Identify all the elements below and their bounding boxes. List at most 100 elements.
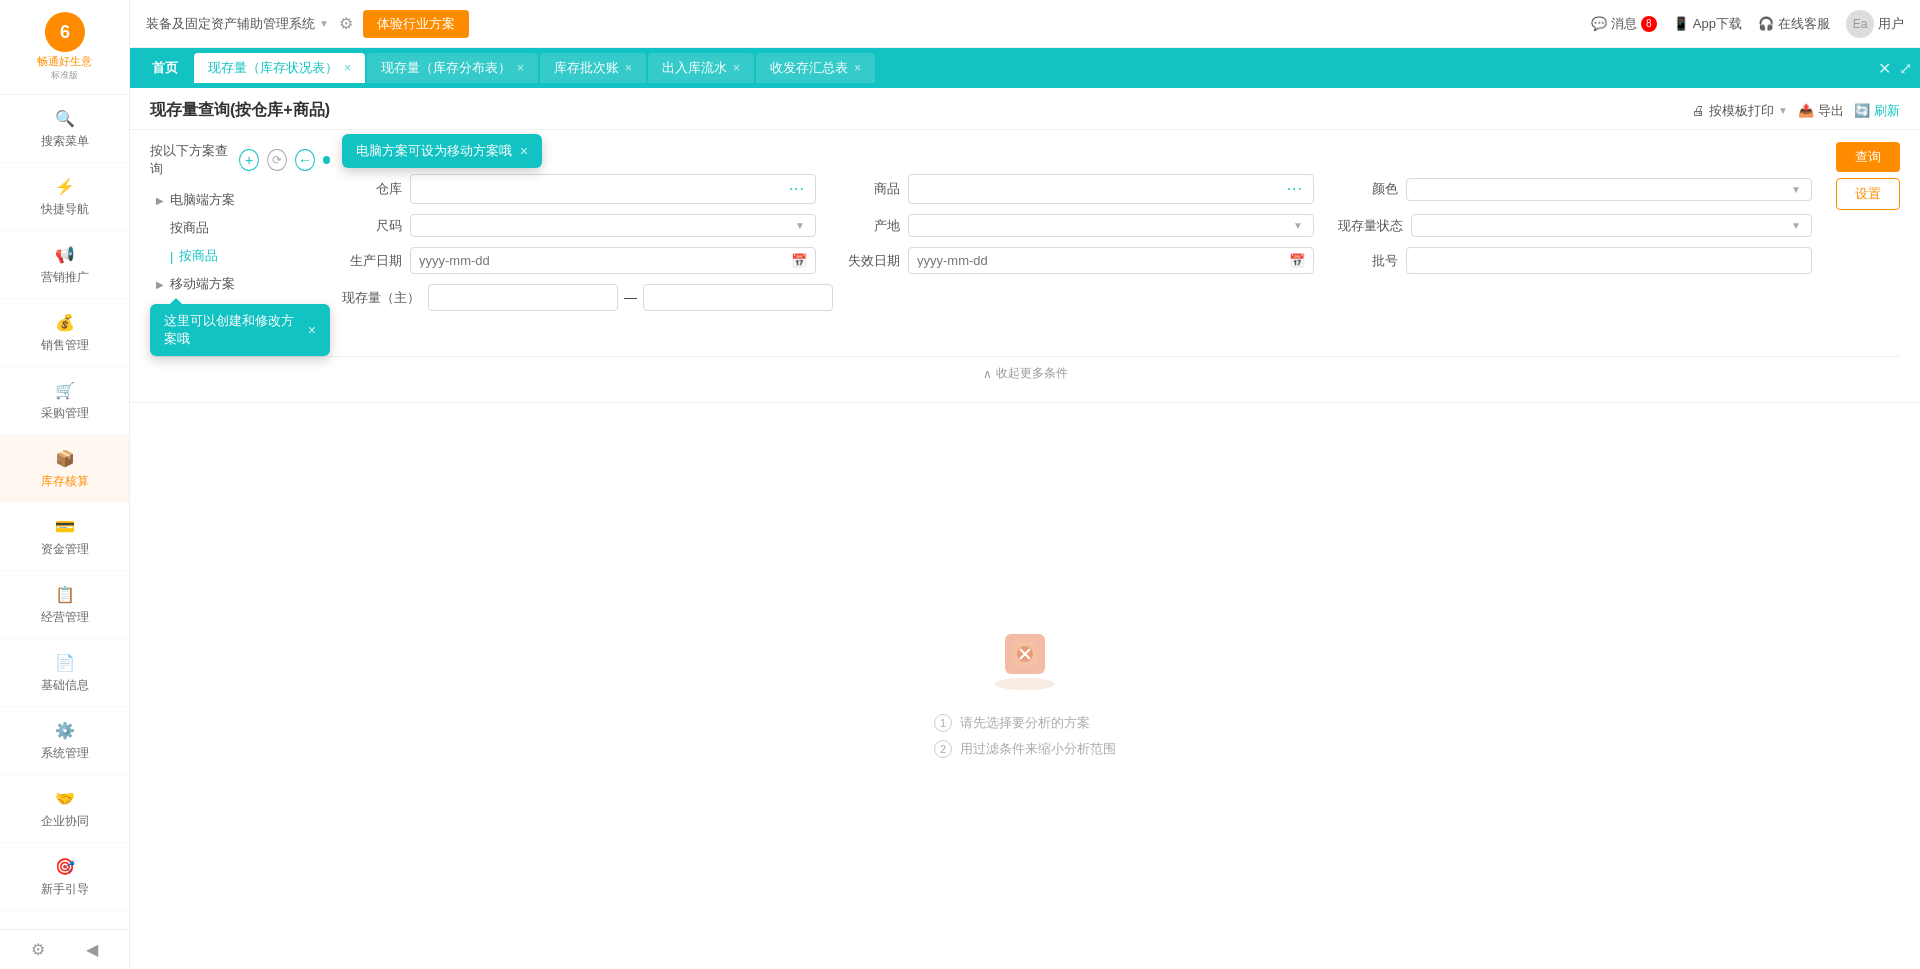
inventory-main-from-input[interactable] (428, 284, 618, 311)
tabs-actions: ✕ ⤢ (1878, 59, 1912, 78)
inventory-icon: 📦 (54, 447, 76, 469)
tab-in-out-flow[interactable]: 出入库流水 × (648, 53, 754, 83)
product-dots-btn[interactable]: ··· (1287, 180, 1303, 198)
chevron-down-icon: ▼ (319, 18, 329, 29)
action-buttons: 查询 设置 (1836, 142, 1900, 356)
tooltip-create-close[interactable]: × (308, 322, 316, 338)
sidebar-item-label: 基础信息 (41, 677, 89, 694)
svg-text:6: 6 (59, 22, 69, 42)
tip-num-1: 1 (934, 714, 952, 732)
sidebar-item-label: 资金管理 (41, 541, 89, 558)
filter-label: 按以下方案查询 (150, 142, 231, 178)
message-btn[interactable]: 💬 消息 8 (1591, 15, 1657, 33)
close-all-tabs-btn[interactable]: ✕ (1878, 59, 1891, 78)
settings-footer-btn[interactable]: ⚙ (31, 940, 45, 959)
online-support-btn[interactable]: 🎧 在线客服 (1758, 15, 1830, 33)
filter-area: 按以下方案查询 + ⟳ ← ▶ 电脑端方案 按 (130, 130, 1920, 403)
sidebar-item-system[interactable]: ⚙️ 系统管理 (0, 707, 129, 775)
scheme-pc-node[interactable]: ▶ 电脑端方案 (150, 188, 330, 212)
tab-inventory-status[interactable]: 现存量（库存状况表） × (194, 53, 365, 83)
tooltip-pc-close[interactable]: × (520, 143, 528, 159)
size-arrow-icon: ▼ (795, 220, 805, 231)
tab-in-out-flow-close[interactable]: × (733, 61, 740, 75)
expire-date-from-input[interactable] (917, 253, 1285, 268)
export-btn[interactable]: 📤 导出 (1798, 102, 1844, 120)
tab-home[interactable]: 首页 (138, 53, 192, 83)
scheme-child-1[interactable]: 按商品 (150, 216, 330, 240)
tab-inventory-status-close[interactable]: × (344, 61, 351, 75)
message-label: 消息 (1611, 15, 1637, 33)
warehouse-dots-btn[interactable]: ··· (789, 180, 805, 198)
inventory-main-label: 现存量（主） (342, 289, 420, 307)
app-header: 装备及固定资产辅助管理系统 ▼ ⚙ 体验行业方案 💬 消息 8 📱 App下载 … (130, 0, 1920, 48)
tab-in-out-flow-label: 出入库流水 (662, 59, 727, 77)
tab-inventory-distribution[interactable]: 现存量（库存分布表） × (367, 53, 538, 83)
filter-add-btn[interactable]: + (239, 149, 259, 171)
fullscreen-btn[interactable]: ⤢ (1899, 59, 1912, 78)
main-area: 装备及固定资产辅助管理系统 ▼ ⚙ 体验行业方案 💬 消息 8 📱 App下载 … (130, 0, 1920, 969)
scheme-child-2[interactable]: | 按商品 (150, 244, 330, 268)
settings-gear-icon[interactable]: ⚙ (339, 14, 353, 33)
tip-2-text: 用过滤条件来缩小分析范围 (960, 740, 1116, 758)
scheme-arrow-icon: ▶ (156, 195, 164, 206)
tab-collect-summary-close[interactable]: × (854, 61, 861, 75)
setting-btn[interactable]: 设置 (1836, 178, 1900, 210)
tab-home-label: 首页 (152, 59, 178, 77)
user-btn[interactable]: Ea 用户 (1846, 10, 1904, 38)
sidebar-item-operations[interactable]: 📋 经营管理 (0, 571, 129, 639)
tab-collect-summary[interactable]: 收发存汇总表 × (756, 53, 875, 83)
batch-input[interactable] (1406, 247, 1812, 274)
filter-warehouse: 仓库 ··· (342, 174, 816, 204)
sidebar-item-sales[interactable]: 💰 销售管理 (0, 299, 129, 367)
operations-icon: 📋 (54, 583, 76, 605)
tooltip-create-scheme: 这里可以创建和修改方案哦 × (150, 304, 330, 356)
inventory-status-arrow-icon: ▼ (1791, 220, 1801, 231)
produce-date-from-input[interactable] (419, 253, 787, 268)
refresh-label: 刷新 (1874, 102, 1900, 120)
scheme-child-indicator: | (170, 249, 173, 264)
industry-btn[interactable]: 体验行业方案 (363, 10, 469, 38)
sidebar-item-inventory[interactable]: 📦 库存核算 (0, 435, 129, 503)
filter-active-dot (323, 156, 330, 164)
main-content: 现存量查询(按仓库+商品) 🖨 按模板打印 ▼ 📤 导出 🔄 刷新 (130, 88, 1920, 969)
sidebar-item-basic[interactable]: 📄 基础信息 (0, 639, 129, 707)
collapse-sidebar-btn[interactable]: ◀ (86, 940, 98, 959)
sidebar: 6 畅通好生意 标准版 🔍 搜索菜单 ⚡ 快捷导航 📢 营销推广 💰 销售管理 (0, 0, 130, 969)
collapse-more-btn[interactable]: ∧ 收起更多条件 (983, 365, 1068, 382)
app-download-label: App下载 (1693, 15, 1742, 33)
marketing-icon: 📢 (54, 243, 76, 265)
filter-copy-btn[interactable]: ⟳ (267, 149, 287, 171)
scheme-mobile-node[interactable]: ▶ 移动端方案 (150, 272, 330, 296)
filter-inventory-main: 现存量（主） — (342, 284, 833, 311)
tooltip-create-text: 这里可以创建和修改方案哦 (164, 312, 300, 348)
sidebar-item-guide[interactable]: 🎯 新手引导 (0, 843, 129, 911)
sidebar-item-enterprise[interactable]: 🤝 企业协同 (0, 775, 129, 843)
query-btn[interactable]: 查询 (1836, 142, 1900, 172)
sidebar-item-label: 销售管理 (41, 337, 89, 354)
avatar: Ea (1846, 10, 1874, 38)
tab-collect-summary-label: 收发存汇总表 (770, 59, 848, 77)
sidebar-item-marketing[interactable]: 📢 营销推广 (0, 231, 129, 299)
tab-batch-ledger[interactable]: 库存批次账 × (540, 53, 646, 83)
app-download-btn[interactable]: 📱 App下载 (1673, 15, 1742, 33)
tab-inventory-distribution-close[interactable]: × (517, 61, 524, 75)
inventory-main-to-input[interactable] (643, 284, 833, 311)
refresh-btn[interactable]: 🔄 刷新 (1854, 102, 1900, 120)
sidebar-item-finance[interactable]: 💳 资金管理 (0, 503, 129, 571)
tab-batch-ledger-close[interactable]: × (625, 61, 632, 75)
sidebar-item-label: 库存核算 (41, 473, 89, 490)
sidebar-item-purchase[interactable]: 🛒 采购管理 (0, 367, 129, 435)
export-label: 导出 (1818, 102, 1844, 120)
print-template-btn[interactable]: 🖨 按模板打印 ▼ (1692, 102, 1788, 120)
tab-inventory-distribution-label: 现存量（库存分布表） (381, 59, 511, 77)
system-name-dropdown[interactable]: 装备及固定资产辅助管理系统 ▼ (146, 15, 329, 33)
origin-label: 产地 (840, 217, 900, 235)
brand-badge: 标准版 (51, 69, 78, 82)
batch-label: 批号 (1338, 252, 1398, 270)
filter-back-btn[interactable]: ← (295, 149, 315, 171)
header-right: 💬 消息 8 📱 App下载 🎧 在线客服 Ea 用户 (1591, 10, 1904, 38)
sidebar-item-search[interactable]: 🔍 搜索菜单 (0, 95, 129, 163)
sidebar-item-quick-nav[interactable]: ⚡ 快捷导航 (0, 163, 129, 231)
tooltip-pc-scheme: 电脑方案可设为移动方案哦 × (342, 134, 542, 168)
print-template-label: 按模板打印 (1709, 102, 1774, 120)
